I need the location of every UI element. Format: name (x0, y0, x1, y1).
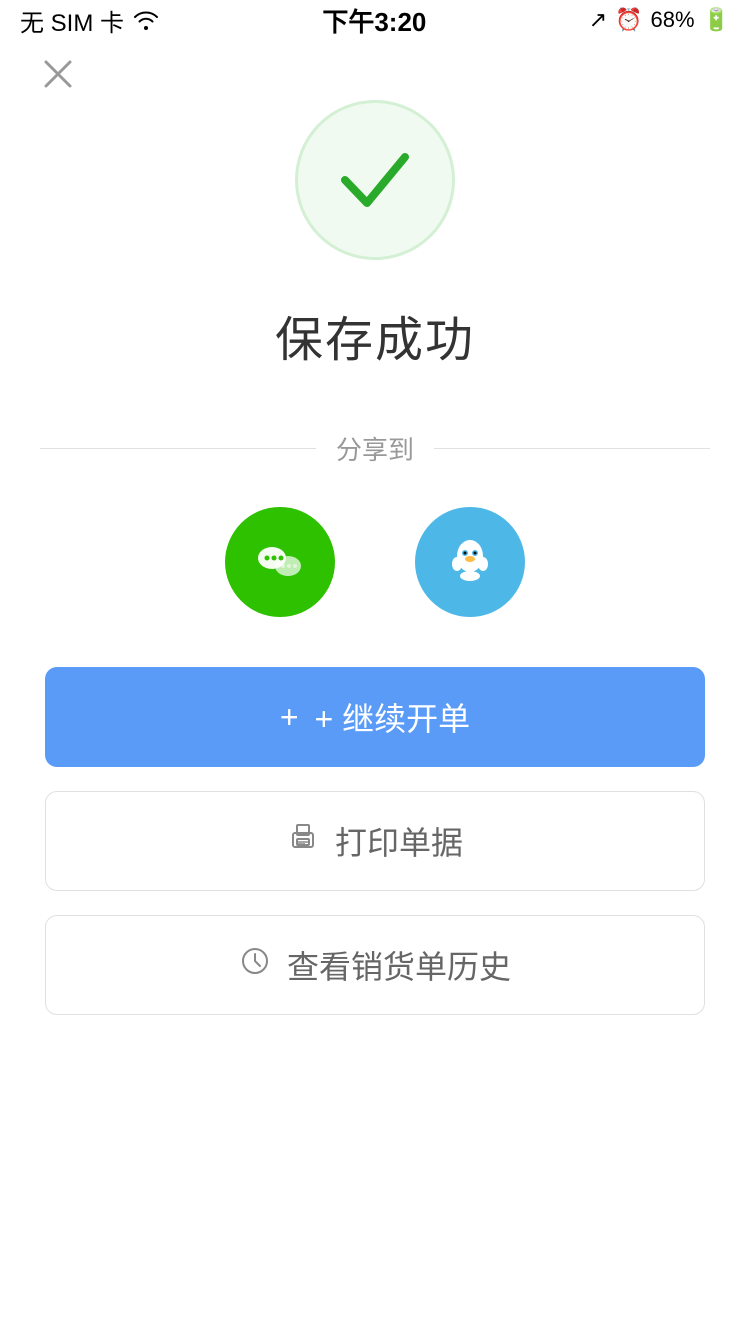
status-bar: 无 SIM 卡 下午3:20 ↗ ⏰ 68% 🔋 (0, 0, 750, 40)
continue-plus-icon: + (280, 699, 299, 736)
history-label: 查看销货单历史 (287, 942, 511, 988)
share-section: 分享到 (0, 430, 750, 617)
status-time: 下午3:20 (322, 2, 426, 39)
share-divider: 分享到 (0, 430, 750, 467)
close-button[interactable] (36, 52, 80, 96)
divider-right (434, 448, 710, 449)
location-icon: ↗ (589, 7, 607, 33)
print-label: 打印单据 (335, 818, 463, 864)
qq-share-button[interactable] (415, 507, 525, 617)
success-circle (295, 100, 455, 260)
status-left: 无 SIM 卡 (20, 3, 160, 38)
success-title: 保存成功 (275, 300, 475, 370)
main-content: 保存成功 分享到 (0, 40, 750, 1015)
alarm-icon: ⏰ (615, 7, 642, 33)
wechat-share-button[interactable] (225, 507, 335, 617)
battery-percent: 68% (651, 7, 695, 33)
continue-button[interactable]: + + 继续开单 (45, 667, 705, 767)
qq-icon (440, 532, 500, 592)
action-buttons: + + 继续开单 打印单据 (45, 667, 705, 1015)
print-button[interactable]: 打印单据 (45, 791, 705, 891)
close-icon (42, 58, 74, 90)
wechat-icon (250, 532, 310, 592)
history-icon (239, 945, 271, 985)
share-icons (225, 507, 525, 617)
wifi-icon (132, 10, 160, 30)
no-sim-label: 无 SIM 卡 (20, 3, 124, 38)
continue-label: + 继续开单 (315, 694, 471, 740)
status-right: ↗ ⏰ 68% 🔋 (589, 7, 730, 33)
divider-left (40, 448, 316, 449)
share-label: 分享到 (316, 430, 434, 467)
print-icon (287, 821, 319, 861)
checkmark-icon (330, 135, 420, 225)
history-button[interactable]: 查看销货单历史 (45, 915, 705, 1015)
battery-icon: 🔋 (703, 7, 730, 33)
